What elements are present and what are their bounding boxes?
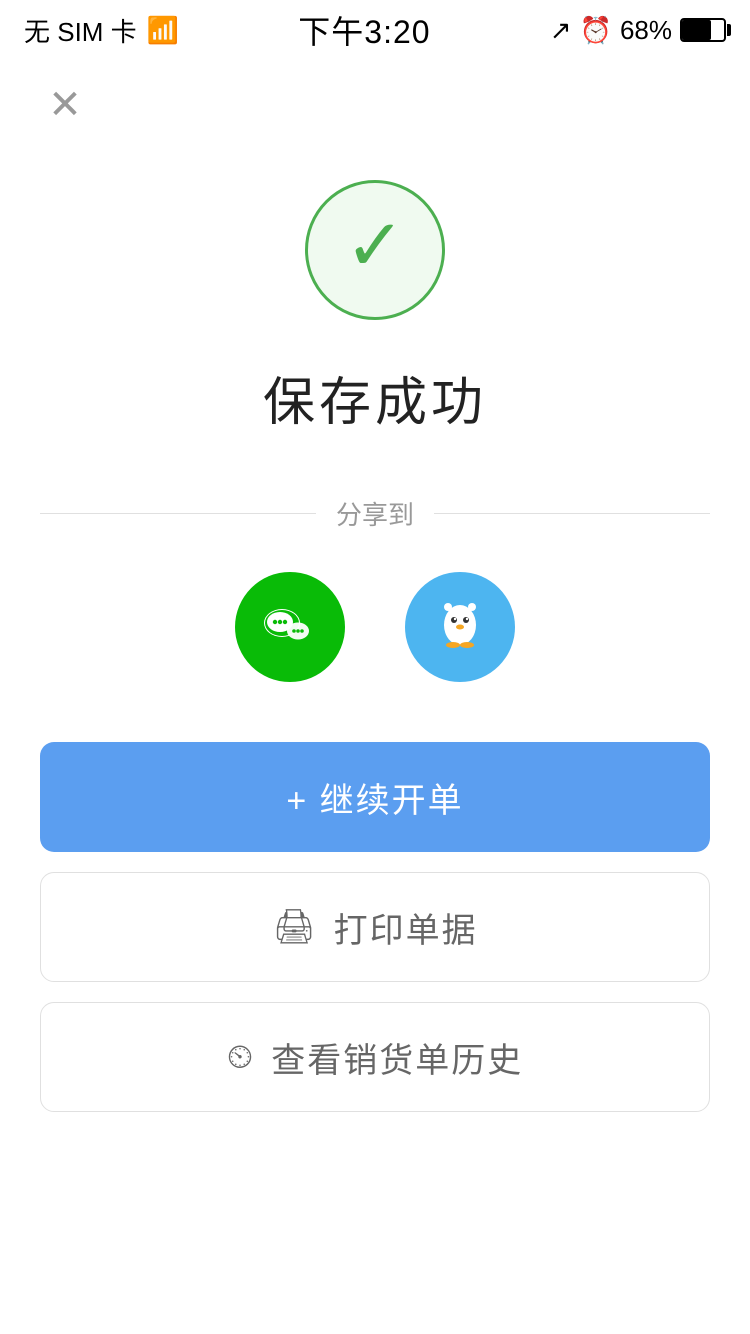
- close-button-area: ✕: [0, 60, 750, 150]
- close-button[interactable]: ✕: [40, 80, 90, 130]
- checkmark-icon: ✓: [345, 210, 405, 282]
- wechat-icon: [258, 595, 322, 659]
- wifi-icon: 📶: [147, 15, 179, 46]
- share-divider-row: 分享到: [40, 495, 710, 532]
- battery-icon: [680, 18, 726, 42]
- divider-right: [434, 513, 710, 514]
- continue-order-button[interactable]: + 继续开单: [40, 742, 710, 852]
- success-title: 保存成功: [263, 360, 487, 435]
- battery-text: 68%: [620, 15, 672, 46]
- status-time: 下午3:20: [298, 7, 430, 53]
- status-bar: 无 SIM 卡 📶 下午3:20 ↗ ⏰ 68%: [0, 0, 750, 60]
- share-wechat-button[interactable]: [235, 572, 345, 682]
- share-icons-row: [40, 572, 710, 682]
- close-icon: ✕: [48, 85, 82, 125]
- history-button[interactable]: ⏲ 查看销货单历史: [40, 1002, 710, 1112]
- qq-icon: [428, 595, 492, 659]
- share-to-label: 分享到: [336, 495, 414, 532]
- share-section: 分享到: [0, 495, 750, 682]
- battery-fill: [682, 20, 711, 40]
- status-right: ↗ ⏰ 68%: [550, 15, 726, 46]
- print-icon: 🖨: [272, 907, 317, 947]
- print-button[interactable]: 🖨 打印单据: [40, 872, 710, 982]
- divider-left: [40, 513, 316, 514]
- history-icon: ⏲: [227, 1038, 256, 1077]
- history-label: 查看销货单历史: [271, 1033, 523, 1082]
- success-area: ✓ 保存成功: [0, 150, 750, 475]
- carrier-text: 无 SIM 卡: [24, 12, 137, 49]
- location-icon: ↗: [550, 15, 572, 46]
- actions-section: + 继续开单 🖨 打印单据 ⏲ 查看销货单历史: [0, 742, 750, 1112]
- status-left: 无 SIM 卡 📶: [24, 12, 179, 49]
- share-qq-button[interactable]: [405, 572, 515, 682]
- check-circle: ✓: [305, 180, 445, 320]
- continue-order-label: + 继续开单: [286, 773, 463, 822]
- alarm-icon: ⏰: [580, 15, 612, 46]
- print-label: 打印单据: [334, 903, 478, 952]
